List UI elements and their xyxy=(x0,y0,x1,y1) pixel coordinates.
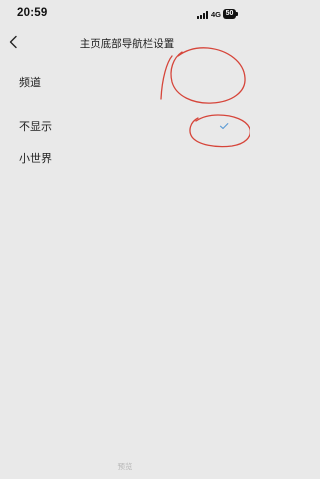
preview-button[interactable]: 预览 xyxy=(0,461,250,472)
option-label: 小世界 xyxy=(19,152,52,165)
option-small-world[interactable]: 小世界 xyxy=(0,144,250,172)
option-label: 不显示 xyxy=(19,120,52,133)
option-channel[interactable]: 频道 xyxy=(0,68,250,96)
option-label: 频道 xyxy=(19,76,41,89)
battery-tip xyxy=(236,12,238,16)
status-time: 20:59 xyxy=(17,7,48,19)
battery-icon: 50 xyxy=(223,9,236,19)
network-type-label: 4G xyxy=(211,10,222,19)
page-title: 主页底部导航栏设置 xyxy=(79,38,175,50)
cellular-signal-icon xyxy=(197,11,209,19)
status-bar: 20:59 4G 50 xyxy=(0,0,250,30)
checkmark-icon xyxy=(219,123,229,130)
option-hide[interactable]: 不显示 xyxy=(0,112,250,140)
navigation-bar: 主页底部导航栏设置 xyxy=(0,30,250,55)
